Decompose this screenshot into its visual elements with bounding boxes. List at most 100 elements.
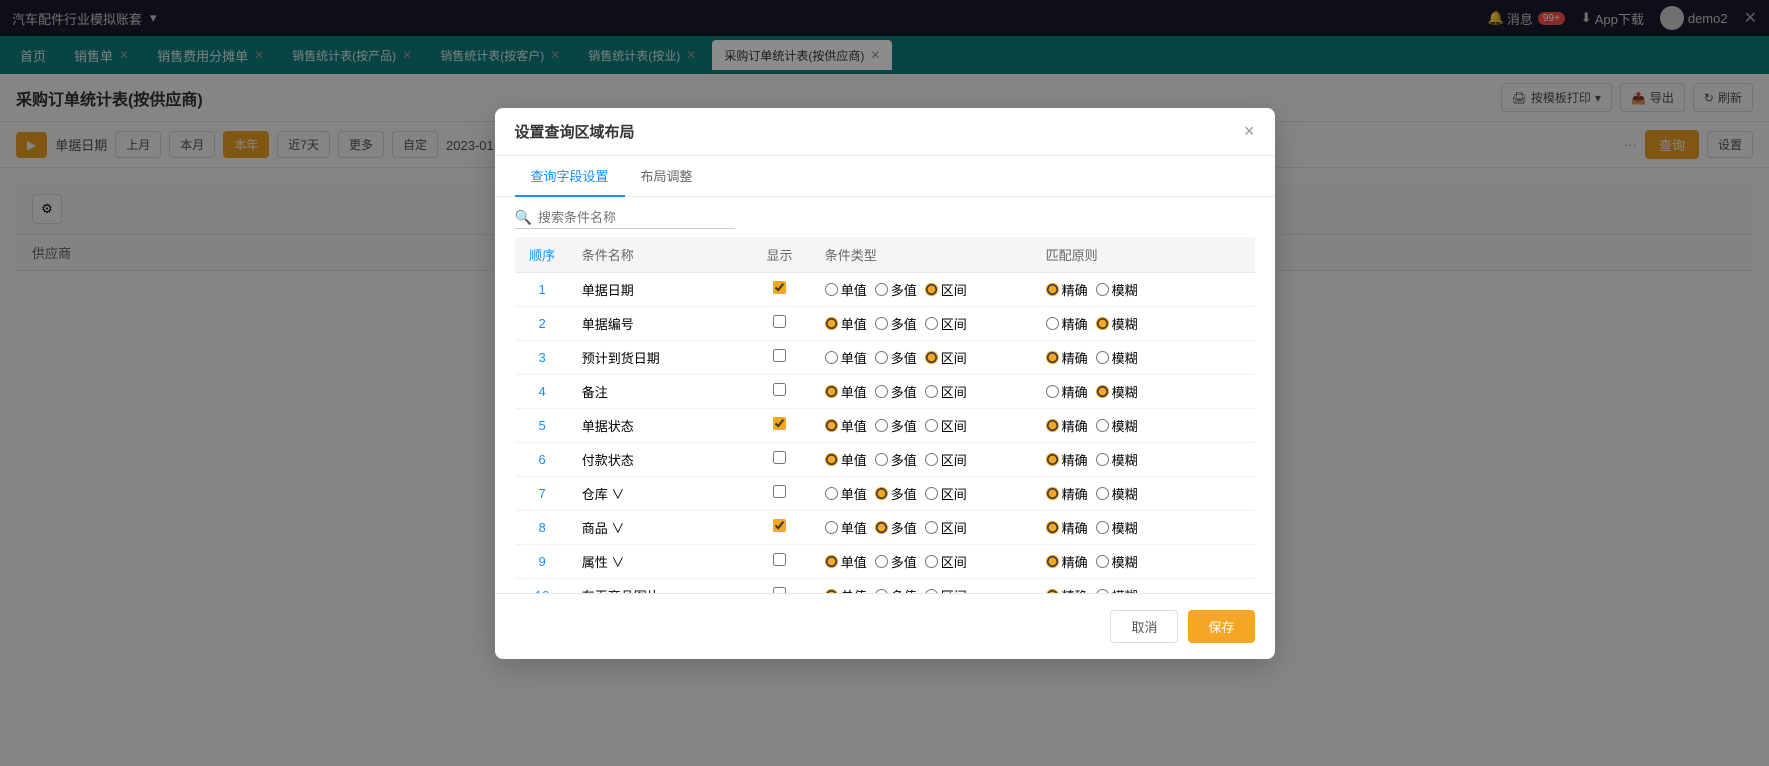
match-radio-5-0[interactable]: 精确 xyxy=(1046,450,1088,469)
show-checkbox-5[interactable] xyxy=(773,451,786,464)
type-radio-3-2[interactable]: 区间 xyxy=(925,382,967,401)
row-type-7: 单值多值区间 xyxy=(813,510,1034,544)
row-show-5[interactable] xyxy=(746,442,812,476)
row-show-1[interactable] xyxy=(746,306,812,340)
show-checkbox-4[interactable] xyxy=(773,417,786,430)
type-radio-3-1[interactable]: 多值 xyxy=(875,382,917,401)
type-radio-3-0[interactable]: 单值 xyxy=(825,382,867,401)
show-checkbox-1[interactable] xyxy=(773,315,786,328)
save-btn[interactable]: 保存 xyxy=(1188,610,1254,643)
type-radio-5-0[interactable]: 单值 xyxy=(825,450,867,469)
type-radio-8-1[interactable]: 多值 xyxy=(875,552,917,571)
row-match-0: 精确模糊 xyxy=(1034,273,1255,307)
match-radio-7-0[interactable]: 精确 xyxy=(1046,518,1088,537)
row-type-9: 单值 多值 区间 xyxy=(813,578,1034,593)
row-name-2: 预计到货日期 xyxy=(570,340,747,374)
modal-close-btn[interactable]: × xyxy=(1244,122,1255,140)
row-match-5: 精确模糊 xyxy=(1034,442,1255,476)
row-show-0[interactable] xyxy=(746,273,812,307)
type-radio-7-1[interactable]: 多值 xyxy=(875,518,917,537)
row-name-0: 单据日期 xyxy=(570,273,747,307)
show-checkbox-0[interactable] xyxy=(773,281,786,294)
match-radio-3-0[interactable]: 精确 xyxy=(1046,382,1088,401)
row-show-2[interactable] xyxy=(746,340,812,374)
match-radio-8-1[interactable]: 模糊 xyxy=(1096,552,1138,571)
type-radio-9-2[interactable]: 区间 xyxy=(925,586,967,593)
match-radio-6-0[interactable]: 精确 xyxy=(1046,484,1088,503)
type-radio-8-2[interactable]: 区间 xyxy=(925,552,967,571)
modal-tab-layout[interactable]: 布局调整 xyxy=(625,156,709,197)
modal-tab-query-fields[interactable]: 查询字段设置 xyxy=(515,156,625,197)
row-order-4: 5 xyxy=(515,408,570,442)
type-radio-8-0[interactable]: 单值 xyxy=(825,552,867,571)
type-radio-9-0[interactable]: 单值 xyxy=(825,586,867,593)
type-radio-9-1[interactable]: 多值 xyxy=(875,586,917,593)
type-radio-1-2[interactable]: 区间 xyxy=(925,314,967,333)
type-radio-2-0[interactable]: 单值 xyxy=(825,348,867,367)
row-order-1: 2 xyxy=(515,306,570,340)
type-radio-6-1[interactable]: 多值 xyxy=(875,484,917,503)
row-type-1: 单值多值区间 xyxy=(813,306,1034,340)
type-radio-5-1[interactable]: 多值 xyxy=(875,450,917,469)
match-radio-4-0[interactable]: 精确 xyxy=(1046,416,1088,435)
match-radio-9-1[interactable]: 模糊 xyxy=(1096,586,1138,593)
match-radio-9-0[interactable]: 精确 xyxy=(1046,586,1088,593)
match-radio-8-0[interactable]: 精确 xyxy=(1046,552,1088,571)
row-type-5: 单值多值区间 xyxy=(813,442,1034,476)
match-radio-7-1[interactable]: 模糊 xyxy=(1096,518,1138,537)
row-match-3: 精确模糊 xyxy=(1034,374,1255,408)
type-radio-6-0[interactable]: 单值 xyxy=(825,484,867,503)
show-checkbox-2[interactable] xyxy=(773,349,786,362)
config-table-body: 1单据日期单值多值区间精确模糊2单据编号单值多值区间精确模糊3预计到货日期单值多… xyxy=(515,273,1255,593)
type-radio-0-0[interactable]: 单值 xyxy=(825,280,867,299)
match-radio-0-1[interactable]: 模糊 xyxy=(1096,280,1138,299)
match-radio-6-1[interactable]: 模糊 xyxy=(1096,484,1138,503)
show-checkbox-3[interactable] xyxy=(773,383,786,396)
modal-body: 顺序 条件名称 显示 条件类型 匹配原则 xyxy=(495,237,1275,593)
modal-overlay: 设置查询区域布局 × 查询字段设置 布局调整 🔍 顺序 xyxy=(0,0,1769,766)
row-show-6[interactable] xyxy=(746,476,812,510)
match-radio-1-1[interactable]: 模糊 xyxy=(1096,314,1138,333)
match-radio-1-0[interactable]: 精确 xyxy=(1046,314,1088,333)
cancel-btn[interactable]: 取消 xyxy=(1110,610,1178,643)
show-checkbox-8[interactable] xyxy=(773,553,786,566)
match-radio-5-1[interactable]: 模糊 xyxy=(1096,450,1138,469)
type-radio-4-0[interactable]: 单值 xyxy=(825,416,867,435)
match-radio-2-1[interactable]: 模糊 xyxy=(1096,348,1138,367)
type-radio-2-1[interactable]: 多值 xyxy=(875,348,917,367)
type-radio-2-2[interactable]: 区间 xyxy=(925,348,967,367)
row-match-6: 精确模糊 xyxy=(1034,476,1255,510)
type-radio-4-2[interactable]: 区间 xyxy=(925,416,967,435)
row-match-1: 精确模糊 xyxy=(1034,306,1255,340)
modal-search-wrap: 🔍 xyxy=(495,197,1275,237)
type-radio-0-2[interactable]: 区间 xyxy=(925,280,967,299)
match-radio-0-0[interactable]: 精确 xyxy=(1046,280,1088,299)
row-order-7: 8 xyxy=(515,510,570,544)
type-radio-7-0[interactable]: 单值 xyxy=(825,518,867,537)
type-radio-7-2[interactable]: 区间 xyxy=(925,518,967,537)
match-radio-4-1[interactable]: 模糊 xyxy=(1096,416,1138,435)
row-show-3[interactable] xyxy=(746,374,812,408)
type-radio-6-2[interactable]: 区间 xyxy=(925,484,967,503)
row-show-9[interactable] xyxy=(746,578,812,593)
row-show-7[interactable] xyxy=(746,510,812,544)
type-radio-5-2[interactable]: 区间 xyxy=(925,450,967,469)
row-match-8: 精确模糊 xyxy=(1034,544,1255,578)
match-radio-2-0[interactable]: 精确 xyxy=(1046,348,1088,367)
row-show-4[interactable] xyxy=(746,408,812,442)
show-checkbox-6[interactable] xyxy=(773,485,786,498)
type-radio-1-0[interactable]: 单值 xyxy=(825,314,867,333)
row-show-8[interactable] xyxy=(746,544,812,578)
type-radio-4-1[interactable]: 多值 xyxy=(875,416,917,435)
row-type-6: 单值多值区间 xyxy=(813,476,1034,510)
modal-header: 设置查询区域布局 × xyxy=(495,108,1275,156)
type-radio-1-1[interactable]: 多值 xyxy=(875,314,917,333)
type-radio-0-1[interactable]: 多值 xyxy=(875,280,917,299)
row-order-5: 6 xyxy=(515,442,570,476)
match-radio-3-1[interactable]: 模糊 xyxy=(1096,382,1138,401)
search-input[interactable] xyxy=(538,210,735,225)
table-row: 10有无商品图片单值多值区间精确模糊 xyxy=(515,578,1255,593)
table-row: 4备注单值多值区间精确模糊 xyxy=(515,374,1255,408)
modal-title: 设置查询区域布局 xyxy=(515,121,635,142)
show-checkbox-7[interactable] xyxy=(773,519,786,532)
